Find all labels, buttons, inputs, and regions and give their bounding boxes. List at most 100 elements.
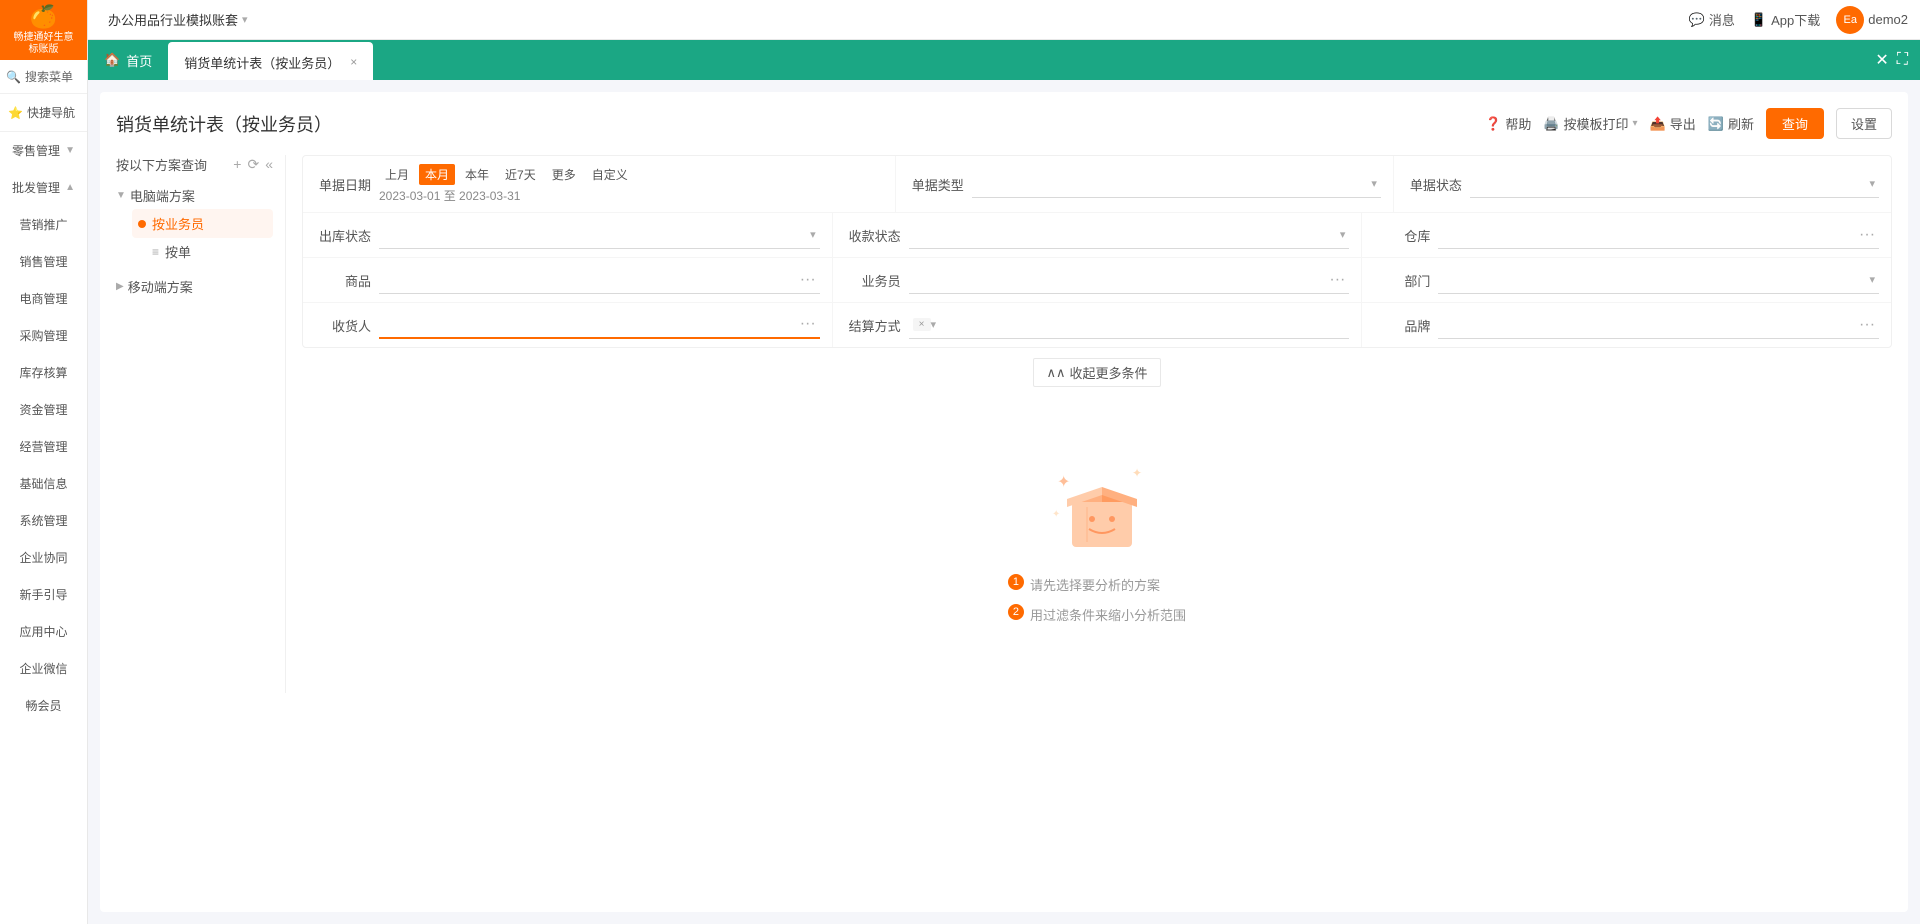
quick-nav-item[interactable]: ⭐ 快捷导航 [0, 98, 87, 127]
chevron-down-icon: ▾ [242, 13, 248, 26]
salesperson-label: 业务员 [845, 271, 901, 290]
tab-home[interactable]: 🏠 首页 [88, 40, 168, 80]
help-btn[interactable]: ❓ 帮助 [1485, 114, 1531, 133]
refresh-btn[interactable]: 🔄 刷新 [1708, 114, 1754, 133]
sidebar-item-purchase[interactable]: 采购管理 [0, 317, 87, 354]
receipt-status-input[interactable]: ▾ [909, 221, 1350, 249]
filter-row-4: 收货人 ··· 结算方式 [303, 303, 1891, 347]
warehouse-dots-icon[interactable]: ··· [1859, 226, 1875, 244]
filter-cell-product: 商品 ··· [303, 258, 833, 302]
main-area: 办公用品行业模拟账套 ▾ 💬 消息 📱 App下载 Ea demo2 🏠 首页 [88, 0, 1920, 924]
collapse-button[interactable]: ∧∧ 收起更多条件 [1033, 358, 1160, 387]
sidebar-item-enterprise[interactable]: 企业协同 [0, 539, 87, 576]
empty-svg-icon: ✦ ✦ ✦ [1047, 457, 1157, 557]
filter-cell-out-status: 出库状态 ▾ [303, 213, 833, 257]
right-panel: 单据日期 上月 本月 本年 近7天 更多 自定义 [286, 155, 1892, 693]
sidebar-item-operations[interactable]: 经营管理 [0, 428, 87, 465]
doc-type-input[interactable]: ▾ [972, 170, 1381, 198]
product-dots-icon[interactable]: ··· [800, 271, 816, 289]
salesperson-dots-icon[interactable]: ··· [1329, 271, 1345, 289]
dept-dropdown-icon[interactable]: ▾ [1869, 273, 1875, 286]
date-tab-this-year[interactable]: 本年 [459, 164, 495, 185]
left-panel-title: 按以下方案查询 [116, 155, 207, 174]
receipt-status-dropdown-icon[interactable]: ▾ [1340, 228, 1346, 241]
sidebar-item-wholesale[interactable]: 批发管理 ▲ [0, 169, 87, 206]
filter-row-3: 商品 ··· 业务员 ··· [303, 258, 1891, 303]
doc-status-input[interactable]: ▾ [1470, 170, 1879, 198]
date-tab-custom[interactable]: 自定义 [586, 164, 634, 185]
quick-nav-label: 快捷导航 [27, 104, 75, 121]
sidebar-item-finance[interactable]: 资金管理 [0, 391, 87, 428]
sidebar-item-marketing[interactable]: 营销推广 [0, 206, 87, 243]
sidebar-purchase-label: 采购管理 [19, 327, 67, 344]
date-tab-last-month[interactable]: 上月 [379, 164, 415, 185]
tab-close-icon[interactable]: × [350, 55, 357, 69]
settlement-tag-close[interactable]: × [919, 319, 925, 330]
print-icon: 🖨️ [1543, 116, 1559, 132]
out-status-dropdown-icon[interactable]: ▾ [810, 228, 816, 241]
quick-nav: ⭐ 快捷导航 [0, 94, 87, 132]
empty-state: ✦ ✦ ✦ 请先选择要分析的方案 [302, 397, 1892, 693]
app-selector[interactable]: 办公用品行业模拟账套 ▾ [100, 6, 256, 33]
sidebar: 🍊 畅捷通好生意 标账版 🔍 搜索菜单 ⭐ 快捷导航 零售管理 ▼ 批发管理 ▲… [0, 0, 88, 924]
scheme-by-salesperson[interactable]: 按业务员 [132, 209, 273, 238]
window-maximize-btn[interactable]: ⛶ [1897, 51, 1908, 69]
sidebar-finance-label: 资金管理 [19, 401, 67, 418]
sidebar-item-wechat[interactable]: 企业微信 [0, 650, 87, 687]
print-arrow-icon: ▾ [1633, 118, 1638, 129]
consignee-dots-icon[interactable]: ··· [800, 315, 816, 333]
message-btn[interactable]: 💬 消息 [1689, 10, 1735, 29]
settings-button[interactable]: 设置 [1836, 108, 1892, 139]
left-panel-icons: + ⟳ « [233, 156, 273, 173]
export-btn[interactable]: 📤 导出 [1650, 114, 1696, 133]
sidebar-item-member[interactable]: 畅会员 [0, 687, 87, 724]
sidebar-item-retail[interactable]: 零售管理 ▼ [0, 132, 87, 169]
settlement-input[interactable]: × ▾ [909, 311, 1350, 339]
settlement-dropdown-icon[interactable]: ▾ [931, 318, 937, 331]
scheme-by-order[interactable]: ≡ 按单 [132, 238, 273, 265]
help-icon: ❓ [1485, 116, 1501, 132]
product-input[interactable]: ··· [379, 266, 820, 294]
print-btn[interactable]: 🖨️ 按模板打印 ▾ [1543, 114, 1637, 133]
date-tabs: 上月 本月 本年 近7天 更多 自定义 [379, 164, 883, 185]
sidebar-sales-label: 销售管理 [19, 253, 67, 270]
desktop-scheme-group[interactable]: ▼ 电脑端方案 [116, 182, 273, 209]
sidebar-item-system[interactable]: 系统管理 [0, 502, 87, 539]
date-tab-7days[interactable]: 近7天 [499, 164, 542, 185]
refresh-scheme-icon[interactable]: ⟳ [247, 156, 259, 173]
search-menu-item[interactable]: 🔍 搜索菜单 [0, 60, 87, 94]
collapse-panel-icon[interactable]: « [265, 156, 273, 173]
page-inner: 销货单统计表（按业务员） ❓ 帮助 🖨️ 按模板打印 ▾ 📤 导出 [100, 92, 1908, 912]
add-scheme-icon[interactable]: + [233, 156, 241, 173]
dept-input[interactable]: ▾ [1438, 266, 1879, 294]
sidebar-item-inventory[interactable]: 库存核算 [0, 354, 87, 391]
tab-sales-stat[interactable]: 销货单统计表（按业务员） × [168, 42, 373, 82]
sidebar-item-guide[interactable]: 新手引导 [0, 576, 87, 613]
salesperson-input[interactable]: ··· [909, 266, 1350, 294]
sidebar-item-ecommerce[interactable]: 电商管理 [0, 280, 87, 317]
warehouse-input[interactable]: ··· [1438, 221, 1879, 249]
app-download-btn[interactable]: 📱 App下载 [1751, 10, 1820, 29]
message-label: 消息 [1709, 10, 1735, 29]
date-tab-more[interactable]: 更多 [546, 164, 582, 185]
home-icon: 🏠 [104, 52, 120, 68]
mobile-scheme-header[interactable]: ▶ 移动端方案 [116, 273, 273, 300]
doc-status-dropdown-icon[interactable]: ▾ [1869, 177, 1875, 190]
query-button[interactable]: 查询 [1766, 108, 1824, 139]
logo-text: 畅捷通好生意 标账版 [14, 32, 74, 56]
window-close-btn[interactable]: ✕ [1875, 50, 1888, 70]
out-status-input[interactable]: ▾ [379, 221, 820, 249]
doc-type-dropdown-icon[interactable]: ▾ [1371, 177, 1377, 190]
page-content: 销货单统计表（按业务员） ❓ 帮助 🖨️ 按模板打印 ▾ 📤 导出 [88, 80, 1920, 924]
sidebar-item-appstore[interactable]: 应用中心 [0, 613, 87, 650]
sidebar-item-basic[interactable]: 基础信息 [0, 465, 87, 502]
logo-icon: 🍊 [30, 4, 57, 30]
brand-dots-icon[interactable]: ··· [1859, 316, 1875, 334]
user-profile[interactable]: Ea demo2 [1836, 6, 1908, 34]
brand-input[interactable]: ··· [1438, 311, 1879, 339]
date-tab-this-month[interactable]: 本月 [419, 164, 455, 185]
sidebar-item-sales[interactable]: 销售管理 [0, 243, 87, 280]
filter-cell-salesperson: 业务员 ··· [833, 258, 1363, 302]
mobile-scheme-group: ▶ 移动端方案 [116, 273, 273, 300]
consignee-input[interactable]: ··· [379, 311, 820, 339]
